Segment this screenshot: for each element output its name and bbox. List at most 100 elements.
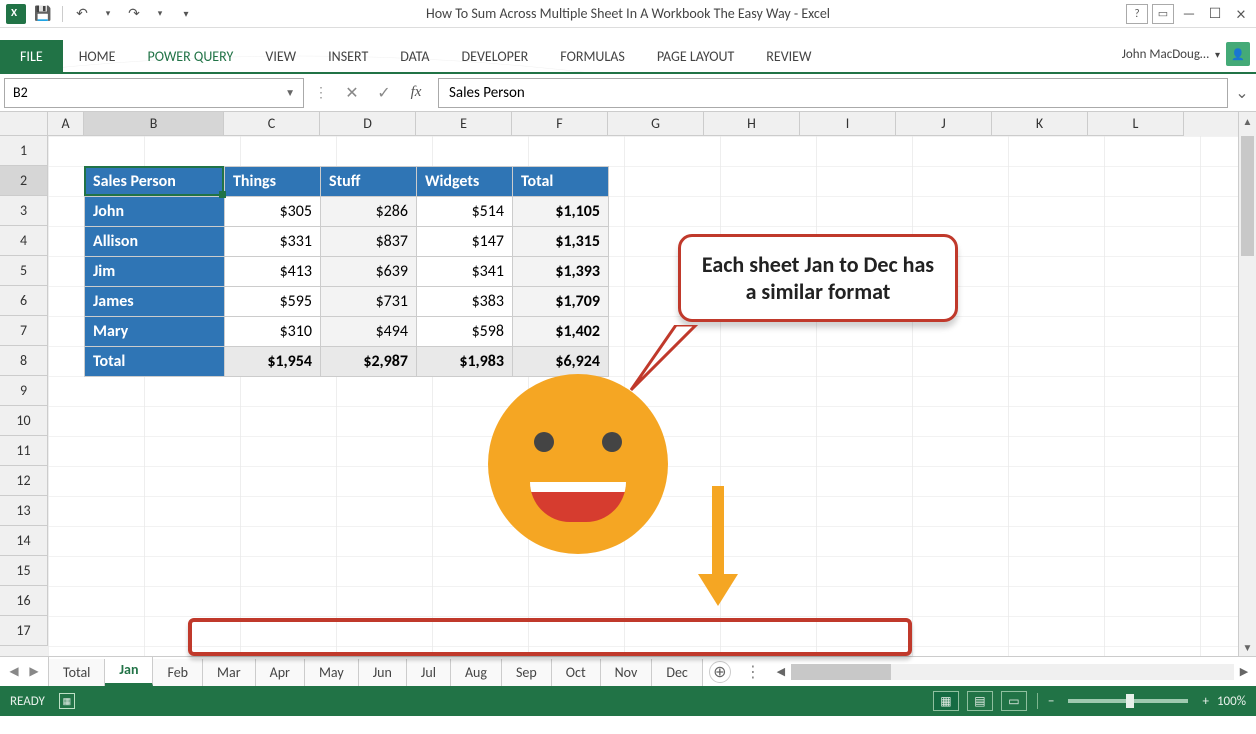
- column-header-G[interactable]: G: [608, 112, 704, 136]
- row-header-10[interactable]: 10: [0, 406, 48, 436]
- view-page-break-icon[interactable]: ▭: [1001, 691, 1027, 711]
- help-button[interactable]: ?: [1126, 4, 1148, 24]
- row-header-9[interactable]: 9: [0, 376, 48, 406]
- minimize-button[interactable]: —: [1178, 4, 1200, 24]
- column-header-B[interactable]: B: [84, 112, 224, 136]
- sheet-tab-may[interactable]: May: [305, 659, 359, 686]
- ribbon-tab-data[interactable]: DATA: [384, 40, 445, 72]
- row-header-3[interactable]: 3: [0, 196, 48, 226]
- select-all-corner[interactable]: [0, 112, 48, 136]
- macro-record-icon[interactable]: ▦: [59, 693, 75, 709]
- row-header-6[interactable]: 6: [0, 286, 48, 316]
- column-header-L[interactable]: L: [1088, 112, 1184, 136]
- formula-bar-grip[interactable]: ⋮: [308, 84, 334, 101]
- hscroll-right-icon[interactable]: ▶: [1236, 665, 1252, 678]
- sheet-tab-nov[interactable]: Nov: [601, 659, 653, 686]
- maximize-button[interactable]: ☐: [1204, 4, 1226, 24]
- ribbon-tab-insert[interactable]: INSERT: [312, 40, 384, 72]
- column-header-K[interactable]: K: [992, 112, 1088, 136]
- zoom-slider-knob[interactable]: [1126, 694, 1134, 708]
- hscroll-track[interactable]: [791, 664, 1234, 680]
- zoom-slider[interactable]: [1068, 699, 1188, 703]
- undo-dropdown-icon[interactable]: ▾: [99, 5, 117, 23]
- column-header-C[interactable]: C: [224, 112, 320, 136]
- sheet-tab-sep[interactable]: Sep: [502, 659, 552, 686]
- ribbon-tab-home[interactable]: HOME: [63, 40, 132, 72]
- close-button[interactable]: ×: [1230, 4, 1252, 24]
- ribbon-tab-power-query[interactable]: POWER QUERY: [132, 40, 250, 72]
- view-normal-icon[interactable]: ▦: [933, 691, 959, 711]
- file-tab[interactable]: FILE: [0, 40, 63, 72]
- row-header-14[interactable]: 14: [0, 526, 48, 556]
- sheet-tab-total[interactable]: Total: [49, 659, 105, 686]
- scroll-up-icon[interactable]: ▲: [1239, 112, 1256, 130]
- tab-scroll-split[interactable]: ⋮: [737, 662, 769, 682]
- sheet-tab-dec[interactable]: Dec: [652, 659, 703, 686]
- qat-separator: [62, 6, 63, 22]
- hscroll-thumb[interactable]: [791, 664, 891, 680]
- ribbon-options-button[interactable]: ▭: [1152, 4, 1174, 24]
- name-box-dropdown-icon[interactable]: ▼: [285, 86, 295, 99]
- save-icon[interactable]: 💾: [34, 5, 52, 23]
- column-header-E[interactable]: E: [416, 112, 512, 136]
- row-header-15[interactable]: 15: [0, 556, 48, 586]
- sheet-tab-apr[interactable]: Apr: [256, 659, 305, 686]
- name-box[interactable]: B2 ▼: [4, 78, 304, 108]
- vertical-scrollbar[interactable]: ▲ ▼: [1238, 112, 1256, 656]
- row-header-11[interactable]: 11: [0, 436, 48, 466]
- ribbon-tab-page-layout[interactable]: PAGE LAYOUT: [641, 40, 750, 72]
- row-header-7[interactable]: 7: [0, 316, 48, 346]
- view-page-layout-icon[interactable]: ▤: [967, 691, 993, 711]
- ribbon-tab-view[interactable]: VIEW: [249, 40, 312, 72]
- column-header-H[interactable]: H: [704, 112, 800, 136]
- sheet-tab-feb[interactable]: Feb: [153, 659, 203, 686]
- column-header-I[interactable]: I: [800, 112, 896, 136]
- account-area[interactable]: John MacDoug… ▾ 👤: [1122, 42, 1250, 66]
- zoom-in-button[interactable]: +: [1202, 694, 1208, 709]
- column-header-J[interactable]: J: [896, 112, 992, 136]
- sheet-nav-next-icon[interactable]: ▶: [26, 664, 42, 680]
- redo-dropdown-icon[interactable]: ▾: [151, 5, 169, 23]
- undo-icon[interactable]: ↶: [73, 5, 91, 23]
- ribbon-tab-developer[interactable]: DEVELOPER: [446, 40, 545, 72]
- cells[interactable]: Sales PersonThingsStuffWidgetsTotalJohn$…: [48, 136, 1238, 656]
- sheet-tab-jul[interactable]: Jul: [407, 659, 451, 686]
- row-header-4[interactable]: 4: [0, 226, 48, 256]
- row-header-13[interactable]: 13: [0, 496, 48, 526]
- enter-icon[interactable]: ✓: [370, 79, 398, 107]
- sheet-tab-aug[interactable]: Aug: [451, 659, 502, 686]
- qat-customize-icon[interactable]: ▾: [177, 5, 195, 23]
- row-header-16[interactable]: 16: [0, 586, 48, 616]
- redo-icon[interactable]: ↷: [125, 5, 143, 23]
- column-header-A[interactable]: A: [48, 112, 84, 136]
- column-header-F[interactable]: F: [512, 112, 608, 136]
- sheet-tab-mar[interactable]: Mar: [203, 659, 256, 686]
- fx-icon[interactable]: fx: [402, 79, 430, 107]
- row-label: Allison: [85, 227, 225, 257]
- zoom-out-button[interactable]: −: [1048, 694, 1054, 709]
- ribbon-tab-review[interactable]: REVIEW: [750, 40, 827, 72]
- row-header-17[interactable]: 17: [0, 616, 48, 646]
- sheet-nav-prev-icon[interactable]: ◀: [6, 664, 22, 680]
- row-header-5[interactable]: 5: [0, 256, 48, 286]
- sheet-tab-jan[interactable]: Jan: [105, 657, 153, 686]
- horizontal-scrollbar[interactable]: ◀ ▶: [769, 657, 1256, 686]
- cancel-icon[interactable]: ✕: [338, 79, 366, 107]
- hscroll-left-icon[interactable]: ◀: [773, 665, 789, 678]
- new-sheet-button[interactable]: ⊕: [709, 661, 731, 683]
- row-header-2[interactable]: 2: [0, 166, 48, 196]
- scroll-down-icon[interactable]: ▼: [1239, 638, 1256, 656]
- sheet-tab-oct[interactable]: Oct: [552, 659, 601, 686]
- row-header-8[interactable]: 8: [0, 346, 48, 376]
- sheet-tab-jun[interactable]: Jun: [359, 659, 407, 686]
- avatar[interactable]: 👤: [1226, 42, 1250, 66]
- formula-input[interactable]: Sales Person: [438, 78, 1228, 108]
- row-header-1[interactable]: 1: [0, 136, 48, 166]
- account-dropdown-icon[interactable]: ▾: [1215, 48, 1220, 61]
- table-row: Mary$310$494$598$1,402: [85, 317, 609, 347]
- ribbon-tab-formulas[interactable]: FORMULAS: [544, 40, 641, 72]
- vscroll-thumb[interactable]: [1241, 136, 1254, 256]
- row-header-12[interactable]: 12: [0, 466, 48, 496]
- formula-expand-icon[interactable]: ⌄: [1232, 83, 1252, 103]
- column-header-D[interactable]: D: [320, 112, 416, 136]
